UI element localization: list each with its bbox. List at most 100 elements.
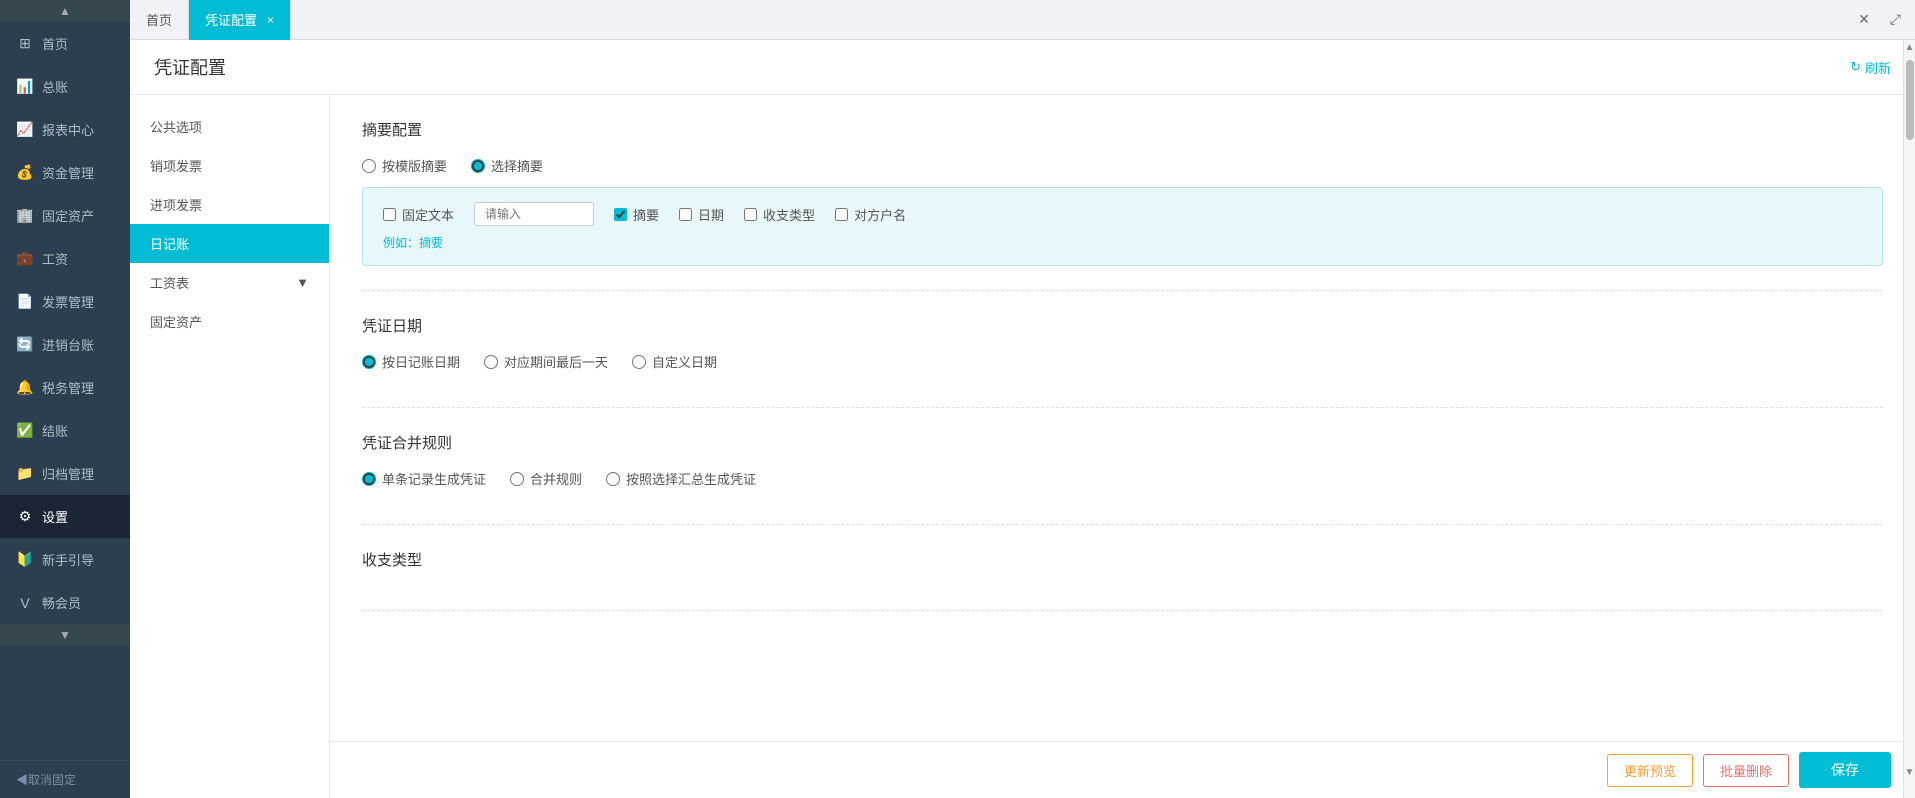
scroll-arrows: ▲ [1904,40,1915,55]
sidebar-item-label: 归档管理 [42,464,94,483]
template-summary-radio-label[interactable]: 按模版摘要 [362,156,447,175]
archive-icon: 📁 [16,465,34,482]
sidebar-item-funds[interactable]: 💰 资金管理 [0,151,130,194]
select-aggregate-radio[interactable] [606,472,620,486]
counterpart-name-checkbox-label[interactable]: 对方户名 [835,205,906,224]
select-aggregate-label[interactable]: 按照选择汇总生成凭证 [606,469,756,488]
reports-icon: 📈 [16,121,34,138]
template-summary-radio[interactable] [362,159,376,173]
single-record-label[interactable]: 单条记录生成凭证 [362,469,486,488]
tab-resize-button[interactable]: ⤢ [1884,9,1907,30]
settlement-icon: ✅ [16,422,34,439]
by-journal-date-radio[interactable] [362,355,376,369]
custom-date-label[interactable]: 自定义日期 [632,352,717,371]
tab-home[interactable]: 首页 [130,0,189,40]
sidebar-item-guide[interactable]: 🔰 新手引导 [0,538,130,581]
sidebar-item-label: 结账 [42,421,68,440]
sidebar-item-payroll[interactable]: 💼 工资 [0,237,130,280]
sidebar-item-reports[interactable]: 📈 报表中心 [0,108,130,151]
page-wrapper: 凭证配置 ↻ 刷新 公共选项 销项发票 进项发票 [130,40,1915,798]
sidebar-item-label: 资金管理 [42,163,94,182]
sidebar-item-home[interactable]: ⊞ 首页 [0,22,130,65]
nav-item-sales-invoice[interactable]: 销项发票 [130,146,329,185]
vip-icon: V [16,595,34,611]
ledger-icon: 📊 [16,78,34,95]
tax-icon: 🔔 [16,379,34,396]
sidebar-item-assets[interactable]: 🏢 固定资产 [0,194,130,237]
sidebar-item-label: 首页 [42,34,68,53]
sidebar-item-label: 新手引导 [42,550,94,569]
tab-controls: ✕ ⤢ [1852,9,1907,30]
scroll-down-arrow[interactable]: ▼ [1905,765,1915,780]
nav-item-public[interactable]: 公共选项 [130,107,329,146]
sidebar-item-settings[interactable]: ⚙ 设置 [0,495,130,538]
assets-icon: 🏢 [16,207,34,224]
nav-item-payroll-table[interactable]: 工资表 ▼ [130,263,329,302]
summary-checkbox[interactable] [614,208,627,221]
merge-rule-label[interactable]: 合并规则 [510,469,582,488]
batch-delete-button[interactable]: 批量删除 [1703,754,1789,787]
tab-voucher-config[interactable]: 凭证配置 × [189,0,291,40]
sidebar: ▲ ⊞ 首页 📊 总账 📈 报表中心 💰 资金管理 🏢 固定资产 💼 工资 📄 … [0,0,130,798]
page-content: 凭证配置 ↻ 刷新 公共选项 销项发票 进项发票 [130,40,1915,798]
sidebar-scroll-up[interactable]: ▲ [0,0,130,22]
sidebar-scroll-down[interactable]: ▼ [0,624,130,646]
fixed-text-checkbox[interactable] [383,208,396,221]
sidebar-item-label: 进销台账 [42,335,94,354]
income-expense-type-checkbox[interactable] [744,208,757,221]
sidebar-item-settlement[interactable]: ✅ 结账 [0,409,130,452]
nav-item-journal[interactable]: 日记账 [130,224,329,263]
tab-close-button[interactable]: ✕ [1852,9,1876,30]
nav-item-purchase-invoice[interactable]: 进项发票 [130,185,329,224]
global-scrollbar[interactable]: ▲ ▼ [1903,40,1915,798]
sidebar-item-invoice[interactable]: 📄 发票管理 [0,280,130,323]
sidebar-item-label: 畅会员 [42,593,81,612]
refresh-button[interactable]: ↻ 刷新 [1850,58,1891,77]
save-button[interactable]: 保存 [1799,752,1891,788]
update-preview-button[interactable]: 更新预览 [1607,754,1693,787]
sidebar-item-tax[interactable]: 🔔 税务管理 [0,366,130,409]
tab-close-icon[interactable]: × [267,13,274,27]
summary-checkbox-row: 固定文本 摘要 日期 [383,202,1862,226]
income-expense-type-checkbox-label[interactable]: 收支类型 [744,205,815,224]
home-icon: ⊞ [16,35,34,52]
voucher-date-radio-group: 按日记账日期 对应期间最后一天 自定义日期 [362,352,1883,371]
single-record-radio[interactable] [362,472,376,486]
voucher-date-section: 凭证日期 按日记账日期 对应期间最后一天 [362,315,1883,408]
fixed-text-checkbox-label[interactable]: 固定文本 [383,205,454,224]
summary-checkbox-group: 固定文本 摘要 日期 [362,187,1883,266]
main-area: 首页 凭证配置 × ✕ ⤢ 凭证配置 ↻ 刷新 [130,0,1915,798]
fixed-text-input[interactable] [474,202,594,226]
sidebar-item-ledger[interactable]: 📊 总账 [0,65,130,108]
purchase-sale-icon: 🔄 [16,336,34,353]
sidebar-item-label: 工资 [42,249,68,268]
merge-rules-section: 凭证合并规则 单条记录生成凭证 合并规则 [362,432,1883,525]
sidebar-item-purchase-sale[interactable]: 🔄 进销台账 [0,323,130,366]
last-day-period-label[interactable]: 对应期间最后一天 [484,352,608,371]
income-expense-section: 收支类型 [362,549,1883,611]
summary-example-text: 例如：摘要 [383,234,1862,251]
refresh-icon: ↻ [1850,59,1861,75]
select-summary-radio[interactable] [471,159,485,173]
last-day-period-radio[interactable] [484,355,498,369]
left-nav: 公共选项 销项发票 进项发票 日记账 工资表 ▼ [130,95,330,798]
invoice-icon: 📄 [16,293,34,310]
summary-checkbox-label[interactable]: 摘要 [614,205,659,224]
scroll-up-arrow[interactable]: ▲ [1905,40,1915,55]
sidebar-item-archive[interactable]: 📁 归档管理 [0,452,130,495]
sidebar-unpin-button[interactable]: ◀取消固定 [0,760,130,798]
select-summary-radio-label[interactable]: 选择摘要 [471,156,543,175]
by-journal-date-label[interactable]: 按日记账日期 [362,352,460,371]
tab-bar: 首页 凭证配置 × ✕ ⤢ [130,0,1915,40]
merge-rule-radio[interactable] [510,472,524,486]
date-checkbox[interactable] [679,208,692,221]
tab-active-label: 凭证配置 [205,10,257,29]
sidebar-item-vip[interactable]: V 畅会员 [0,581,130,624]
custom-date-radio[interactable] [632,355,646,369]
nav-item-fixed-assets[interactable]: 固定资产 [130,302,329,341]
scroll-thumb[interactable] [1906,60,1914,140]
date-checkbox-label[interactable]: 日期 [679,205,724,224]
counterpart-name-checkbox[interactable] [835,208,848,221]
voucher-date-title: 凭证日期 [362,315,1883,336]
right-content: 摘要配置 按模版摘要 选择摘要 [330,95,1915,798]
